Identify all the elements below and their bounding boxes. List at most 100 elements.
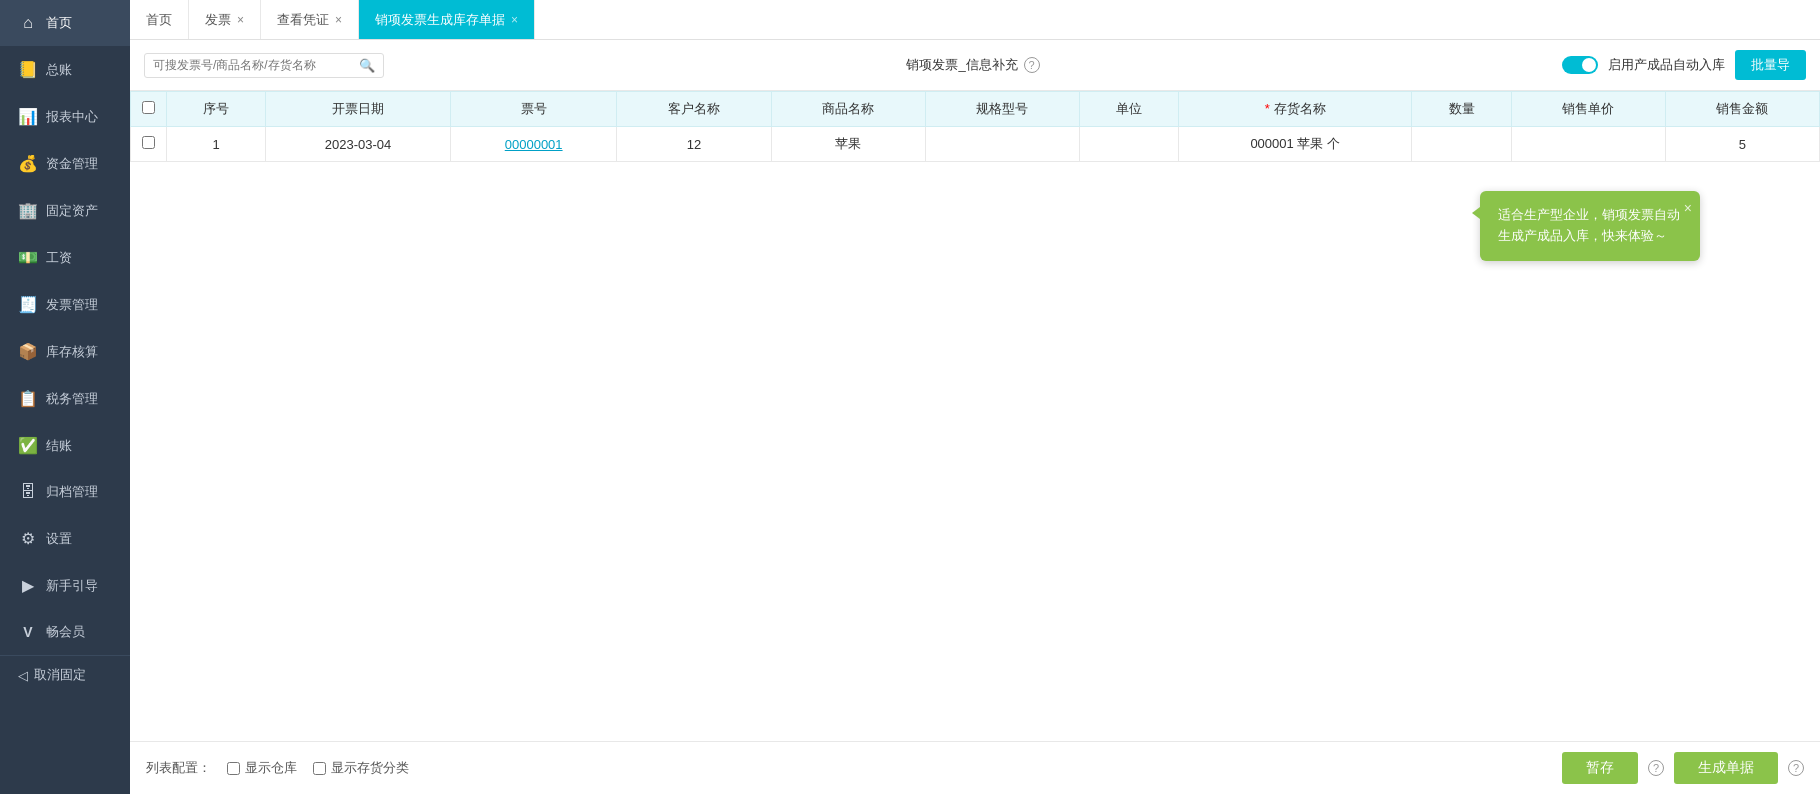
sidebar-label-tax: 税务管理	[46, 390, 98, 408]
th-seq: 序号	[167, 92, 266, 127]
tab-sales-invoice[interactable]: 销项发票生成库存单据 ×	[359, 0, 535, 39]
tab-view-voucher[interactable]: 查看凭证 ×	[261, 0, 359, 39]
batch-button[interactable]: 批量导	[1735, 50, 1806, 80]
show-category-label[interactable]: 显示存货分类	[313, 759, 409, 777]
tab-bar: 首页 发票 × 查看凭证 × 销项发票生成库存单据 ×	[130, 0, 1820, 40]
funds-icon: 💰	[18, 154, 38, 173]
th-checkbox[interactable]	[131, 92, 167, 127]
row-checkbox[interactable]	[142, 136, 155, 149]
save-button[interactable]: 暂存	[1562, 752, 1638, 784]
sidebar-item-ledger[interactable]: 📒 总账	[0, 46, 130, 93]
table-row: 1 2023-03-04 00000001 12 苹果 000001 苹果 个 …	[131, 127, 1820, 162]
sidebar-item-payroll[interactable]: 💵 工资	[0, 234, 130, 281]
search-icon[interactable]: 🔍	[359, 58, 375, 73]
show-category-checkbox[interactable]	[313, 762, 326, 775]
th-qty: 数量	[1412, 92, 1511, 127]
ledger-icon: 📒	[18, 60, 38, 79]
row-unit	[1079, 127, 1178, 162]
sidebar-item-invoice-mgmt[interactable]: 🧾 发票管理	[0, 281, 130, 328]
row-amount: 5	[1665, 127, 1819, 162]
sidebar-label-funds: 资金管理	[46, 155, 98, 173]
sidebar-label-vip: 畅会员	[46, 623, 85, 641]
home-icon: ⌂	[18, 14, 38, 32]
sidebar-item-settings[interactable]: ⚙ 设置	[0, 515, 130, 562]
sidebar-label-ledger: 总账	[46, 61, 72, 79]
search-input[interactable]	[153, 58, 353, 72]
data-table: 序号 开票日期 票号 客户名称 商品名称 规格型号 单位 * 存货名称 数量 销…	[130, 91, 1820, 162]
tab-sales-invoice-label: 销项发票生成库存单据	[375, 11, 505, 29]
bottom-bar: 列表配置： 显示仓库 显示存货分类 暂存 ? 生成单据 ?	[130, 741, 1820, 794]
sidebar-item-vip[interactable]: V 畅会员	[0, 609, 130, 655]
reports-icon: 📊	[18, 107, 38, 126]
toolbar-right: 启用产成品自动入库 批量导	[1562, 50, 1806, 80]
sidebar-label-guide: 新手引导	[46, 577, 98, 595]
row-unit-price	[1511, 127, 1665, 162]
generate-info-icon[interactable]: ?	[1788, 760, 1804, 776]
settings-icon: ⚙	[18, 529, 38, 548]
sidebar-item-tax[interactable]: 📋 税务管理	[0, 375, 130, 422]
row-number[interactable]: 00000001	[450, 127, 616, 162]
save-info-icon[interactable]: ?	[1648, 760, 1664, 776]
payroll-icon: 💵	[18, 248, 38, 267]
sidebar-item-settlement[interactable]: ✅ 结账	[0, 422, 130, 469]
auto-inbound-toggle[interactable]	[1562, 56, 1598, 74]
show-category-text: 显示存货分类	[331, 759, 409, 777]
config-label: 列表配置：	[146, 759, 211, 777]
settlement-icon: ✅	[18, 436, 38, 455]
row-date: 2023-03-04	[266, 127, 451, 162]
tab-sales-invoice-close[interactable]: ×	[511, 13, 518, 27]
inventory-icon: 📦	[18, 342, 38, 361]
tooltip-close-button[interactable]: ×	[1684, 197, 1692, 219]
archive-icon: 🗄	[18, 483, 38, 501]
sidebar-label-settlement: 结账	[46, 437, 72, 455]
tab-invoice[interactable]: 发票 ×	[189, 0, 261, 39]
sidebar-item-funds[interactable]: 💰 资金管理	[0, 140, 130, 187]
table-container: 序号 开票日期 票号 客户名称 商品名称 规格型号 单位 * 存货名称 数量 销…	[130, 91, 1820, 741]
sidebar-item-home[interactable]: ⌂ 首页	[0, 0, 130, 46]
invoice-number-link[interactable]: 00000001	[505, 137, 563, 152]
row-inventory[interactable]: 000001 苹果 个	[1178, 127, 1412, 162]
sidebar-item-guide[interactable]: ▶ 新手引导	[0, 562, 130, 609]
row-customer: 12	[617, 127, 771, 162]
toolbar: 🔍 销项发票_信息补充 ? 启用产成品自动入库 批量导	[130, 40, 1820, 91]
toggle-label: 启用产成品自动入库	[1608, 56, 1725, 74]
show-warehouse-label[interactable]: 显示仓库	[227, 759, 297, 777]
show-warehouse-checkbox[interactable]	[227, 762, 240, 775]
tab-invoice-label: 发票	[205, 11, 231, 29]
sidebar: ⌂ 首页 📒 总账 📊 报表中心 💰 资金管理 🏢 固定资产 💵 工资 🧾 发票…	[0, 0, 130, 794]
assets-icon: 🏢	[18, 201, 38, 220]
tooltip-popup: × 适合生产型企业，销项发票自动生成产成品入库，快来体验～	[1480, 191, 1700, 261]
tab-home[interactable]: 首页	[130, 0, 189, 39]
generate-button[interactable]: 生成单据	[1674, 752, 1778, 784]
sidebar-footer[interactable]: ◁ 取消固定	[0, 655, 130, 694]
row-checkbox-cell[interactable]	[131, 127, 167, 162]
info-icon-center[interactable]: ?	[1024, 57, 1040, 73]
sidebar-item-assets[interactable]: 🏢 固定资产	[0, 187, 130, 234]
th-unit: 单位	[1079, 92, 1178, 127]
sidebar-item-reports[interactable]: 📊 报表中心	[0, 93, 130, 140]
invoice-mgmt-icon: 🧾	[18, 295, 38, 314]
row-seq: 1	[167, 127, 266, 162]
search-box[interactable]: 🔍	[144, 53, 384, 78]
main-content: 首页 发票 × 查看凭证 × 销项发票生成库存单据 × 🔍 销项发票_信息补充 …	[130, 0, 1820, 794]
th-spec: 规格型号	[925, 92, 1079, 127]
unpin-icon: ◁	[18, 668, 28, 683]
sidebar-label-payroll: 工资	[46, 249, 72, 267]
th-unit-price: 销售单价	[1511, 92, 1665, 127]
select-all-checkbox[interactable]	[142, 101, 155, 114]
sidebar-label-invoice-mgmt: 发票管理	[46, 296, 98, 314]
th-customer: 客户名称	[617, 92, 771, 127]
th-amount: 销售金额	[1665, 92, 1819, 127]
row-spec	[925, 127, 1079, 162]
sidebar-item-inventory[interactable]: 📦 库存核算	[0, 328, 130, 375]
tab-invoice-close[interactable]: ×	[237, 13, 244, 27]
tab-view-voucher-label: 查看凭证	[277, 11, 329, 29]
tab-view-voucher-close[interactable]: ×	[335, 13, 342, 27]
toolbar-center: 销项发票_信息补充 ?	[394, 56, 1552, 74]
content-area: 🔍 销项发票_信息补充 ? 启用产成品自动入库 批量导	[130, 40, 1820, 794]
sidebar-item-archive[interactable]: 🗄 归档管理	[0, 469, 130, 515]
vip-icon: V	[18, 624, 38, 640]
row-qty	[1412, 127, 1511, 162]
sidebar-label-home: 首页	[46, 14, 72, 32]
guide-icon: ▶	[18, 576, 38, 595]
